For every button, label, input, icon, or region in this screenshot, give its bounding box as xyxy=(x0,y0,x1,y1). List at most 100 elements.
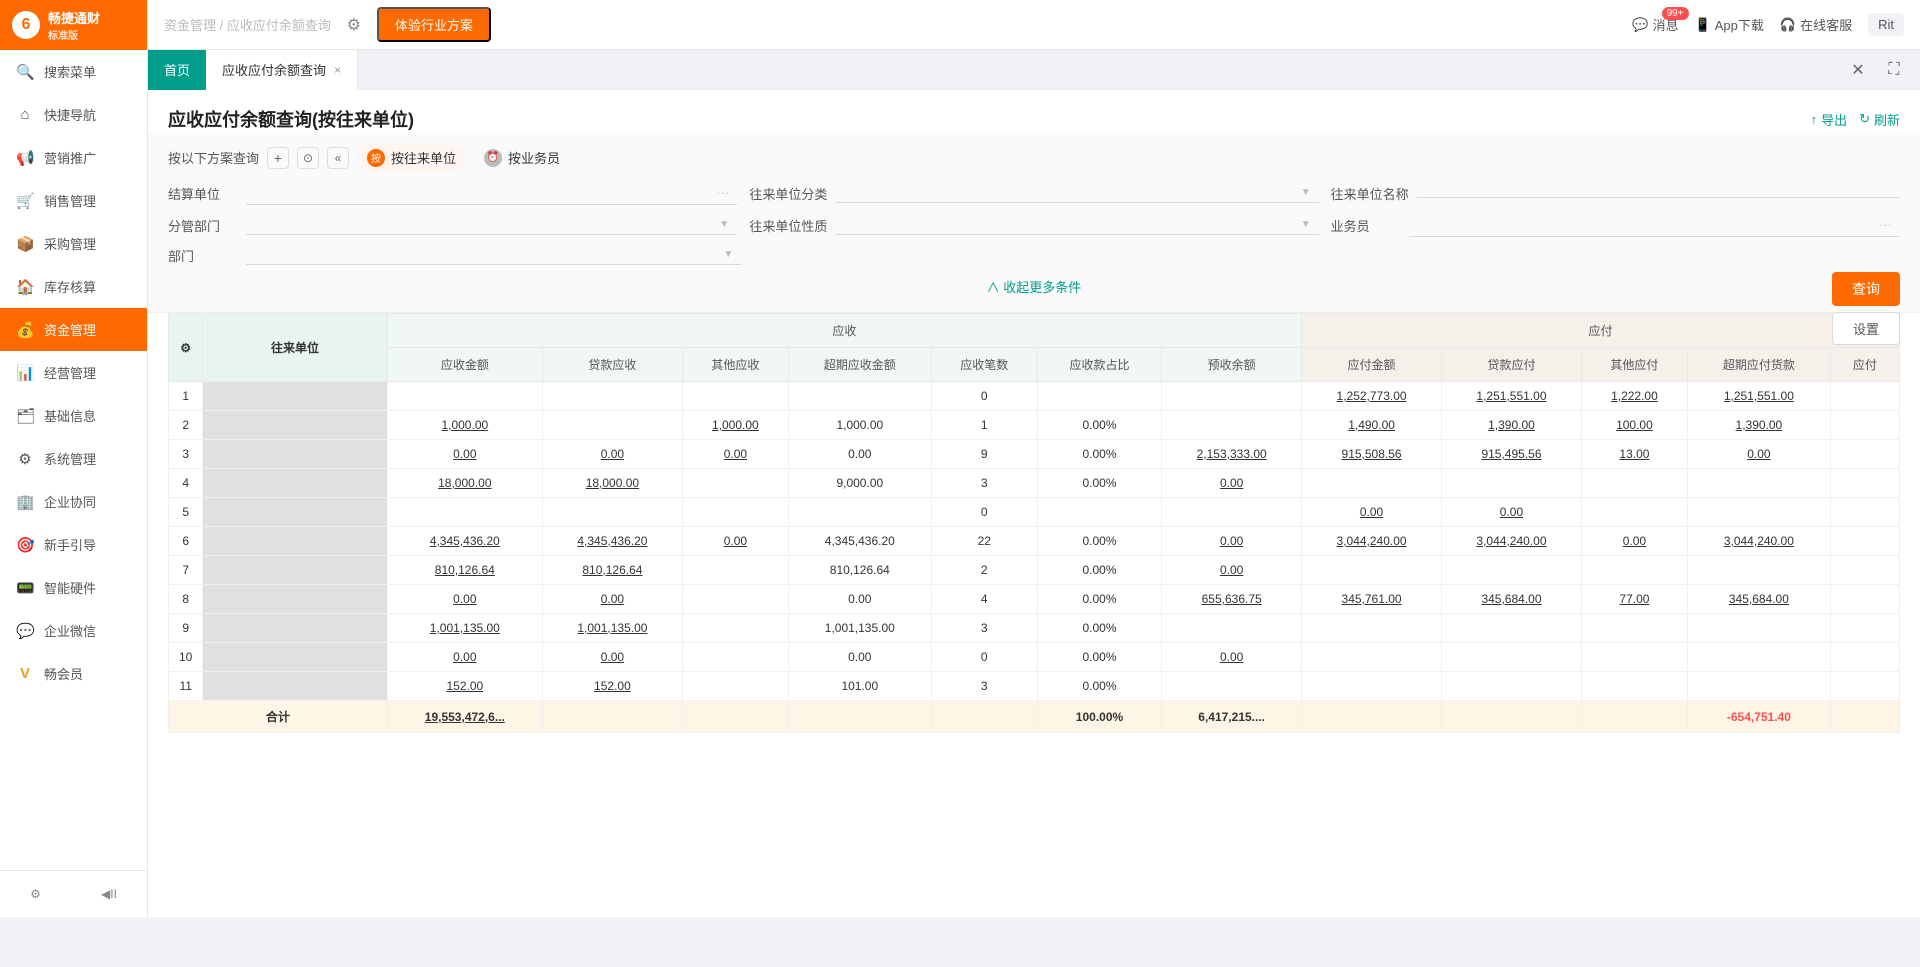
sidebar-item-guide[interactable]: 🎯 新手引导 xyxy=(0,523,147,566)
table-cell[interactable]: 0.00 xyxy=(1162,643,1302,672)
sidebar-settings-btn[interactable]: ⚙ xyxy=(14,879,57,909)
table-cell[interactable]: 1,390.00 xyxy=(1687,411,1830,440)
table-cell[interactable]: 345,684.00 xyxy=(1687,585,1830,614)
table-cell[interactable]: 1,001,135.00 xyxy=(542,614,682,643)
table-cell[interactable]: 4,345,436.20 xyxy=(387,527,542,556)
table-cell[interactable]: 915,495.56 xyxy=(1442,440,1582,469)
table-cell[interactable]: 0.00 xyxy=(387,643,542,672)
table-cell[interactable]: 0.00 xyxy=(542,585,682,614)
table-cell[interactable]: 1,252,773.00 xyxy=(1302,382,1442,411)
table-cell[interactable]: 0.00 xyxy=(682,440,788,469)
subdept-input[interactable]: ▼ xyxy=(246,245,741,265)
table-cell[interactable]: 915,508.56 xyxy=(1302,440,1442,469)
table-cell[interactable]: 1,001,135.00 xyxy=(387,614,542,643)
table-cell[interactable]: 0.00 xyxy=(1162,556,1302,585)
filter-row-2: 分管部门 ▼ 往来单位性质 ▼ 业务员 xyxy=(168,213,1900,237)
table-cell[interactable]: 13.00 xyxy=(1581,440,1687,469)
table-cell[interactable]: 655,636.75 xyxy=(1162,585,1302,614)
sidebar-item-purchase[interactable]: 📦 采购管理 xyxy=(0,222,147,265)
sidebar-item-quick-nav[interactable]: ⌂ 快捷导航 xyxy=(0,93,147,136)
app-download-button[interactable]: 📱 App下载 xyxy=(1695,15,1764,34)
filter-option-by-unit[interactable]: 按 按往来单位 xyxy=(357,144,466,171)
filter-add-btn[interactable]: + xyxy=(267,147,289,169)
partner-cell: ████████ xyxy=(203,643,387,672)
table-cell[interactable]: 0.00 xyxy=(542,440,682,469)
table-cell[interactable]: 0.00 xyxy=(387,585,542,614)
partner-type-input[interactable]: ▼ xyxy=(835,183,1318,203)
partner-nature-input[interactable]: ▼ xyxy=(835,215,1318,235)
settlement-input[interactable]: ··· xyxy=(246,181,737,205)
table-cell[interactable]: 77.00 xyxy=(1581,585,1687,614)
table-cell[interactable]: 1,222.00 xyxy=(1581,382,1687,411)
export-button[interactable]: ↑ 导出 xyxy=(1811,110,1848,129)
collapse-conditions-btn[interactable]: ∧ 收起更多条件 xyxy=(168,273,1900,300)
sidebar-item-sales[interactable]: 🛒 销售管理 xyxy=(0,179,147,222)
table-cell[interactable]: 0.00 xyxy=(542,643,682,672)
tab-close-all-btn[interactable]: ✕ xyxy=(1844,56,1872,84)
table-cell[interactable]: 3,044,240.00 xyxy=(1302,527,1442,556)
table-cell[interactable]: 1,000.00 xyxy=(387,411,542,440)
table-cell[interactable]: 345,684.00 xyxy=(1442,585,1582,614)
tab-home[interactable]: 首页 xyxy=(148,50,206,90)
table-cell[interactable]: 0.00 xyxy=(1581,527,1687,556)
sidebar-item-search-menu[interactable]: 🔍 搜索菜单 xyxy=(0,50,147,93)
sidebar-item-enterprise[interactable]: 🏢 企业协同 xyxy=(0,480,147,523)
tab-close-btn[interactable]: × xyxy=(334,63,341,77)
table-cell[interactable]: 1,251,551.00 xyxy=(1687,382,1830,411)
table-cell[interactable]: 0.00 xyxy=(1162,527,1302,556)
sidebar-item-marketing[interactable]: 📢 营销推广 xyxy=(0,136,147,179)
setting-button[interactable]: 设置 xyxy=(1832,312,1900,345)
sidebar-item-vip[interactable]: V 畅会员 xyxy=(0,652,147,695)
table-area[interactable]: ⚙ 往来单位 应收 应付 应收金额 贷款应 xyxy=(148,313,1920,917)
table-cell[interactable]: 18,000.00 xyxy=(387,469,542,498)
table-cell[interactable]: 0.00 xyxy=(1162,469,1302,498)
table-cell[interactable]: 152.00 xyxy=(542,672,682,701)
table-cell[interactable]: 0.00 xyxy=(1442,498,1582,527)
table-cell[interactable]: 810,126.64 xyxy=(542,556,682,585)
sidebar-item-finance[interactable]: 💰 资金管理 xyxy=(0,308,147,351)
filter-option-by-staff[interactable]: ⏰ 按业务员 xyxy=(474,144,570,171)
sidebar-item-inventory[interactable]: 🏠 库存核算 xyxy=(0,265,147,308)
table-cell[interactable]: 100.00 xyxy=(1581,411,1687,440)
table-cell[interactable]: 1,000.00 xyxy=(682,411,788,440)
sidebar-item-system[interactable]: ⚙ 系统管理 xyxy=(0,437,147,480)
dept-input[interactable]: ▼ xyxy=(246,215,737,235)
online-service-button[interactable]: 🎧 在线客服 xyxy=(1780,15,1852,34)
sidebar-item-basic-info[interactable]: 🗂 基础信息 xyxy=(0,394,147,437)
table-cell[interactable]: 3,044,240.00 xyxy=(1687,527,1830,556)
tab-ar-query[interactable]: 应收应付余额查询 × xyxy=(206,50,358,90)
table-cell[interactable]: 810,126.64 xyxy=(387,556,542,585)
table-cell[interactable]: 152.00 xyxy=(387,672,542,701)
table-cell[interactable]: 0.00 xyxy=(1687,440,1830,469)
user-profile[interactable]: Rit xyxy=(1868,13,1904,36)
filter-collapse-btn[interactable]: « xyxy=(327,147,349,169)
message-button[interactable]: 💬 消息 99+ xyxy=(1632,15,1678,34)
sidebar-item-wechat[interactable]: 💬 企业微信 xyxy=(0,609,147,652)
table-cell[interactable]: 345,761.00 xyxy=(1302,585,1442,614)
logo-icon: 6 xyxy=(12,11,40,39)
sidebar-item-hardware[interactable]: 📟 智能硬件 xyxy=(0,566,147,609)
settings-button[interactable]: ⚙ xyxy=(339,10,369,40)
promo-button[interactable]: 体验行业方案 xyxy=(377,7,491,42)
tab-expand-btn[interactable]: ⛶ xyxy=(1880,56,1908,84)
table-cell[interactable]: 4,345,436.20 xyxy=(542,527,682,556)
salesperson-input[interactable]: ··· xyxy=(1409,213,1900,237)
table-cell[interactable]: 18,000.00 xyxy=(542,469,682,498)
table-cell[interactable]: 1,490.00 xyxy=(1302,411,1442,440)
refresh-button[interactable]: ↻ 刷新 xyxy=(1859,110,1900,129)
query-button[interactable]: 查询 xyxy=(1832,272,1900,306)
table-cell[interactable]: 1,251,551.00 xyxy=(1442,382,1582,411)
partner-name-input[interactable] xyxy=(1417,189,1900,198)
table-cell[interactable]: 0.00 xyxy=(387,440,542,469)
table-cell[interactable]: 3,044,240.00 xyxy=(1442,527,1582,556)
sidebar-item-operations[interactable]: 📊 经营管理 xyxy=(0,351,147,394)
table-cell[interactable]: 1,390.00 xyxy=(1442,411,1582,440)
table-cell[interactable]: 0.00 xyxy=(682,527,788,556)
partner-name-label: 往来单位名称 xyxy=(1331,184,1409,203)
sidebar-collapse-btn[interactable]: ◀II xyxy=(85,879,133,909)
table-cell[interactable]: 2,153,333.00 xyxy=(1162,440,1302,469)
col-gear[interactable]: ⚙ xyxy=(169,314,203,382)
filter-scheme-btn[interactable]: ⊙ xyxy=(297,147,319,169)
total-row: 合计 19,553,472,6... 100.00% 6,417,215....… xyxy=(169,701,1900,733)
table-cell[interactable]: 0.00 xyxy=(1302,498,1442,527)
